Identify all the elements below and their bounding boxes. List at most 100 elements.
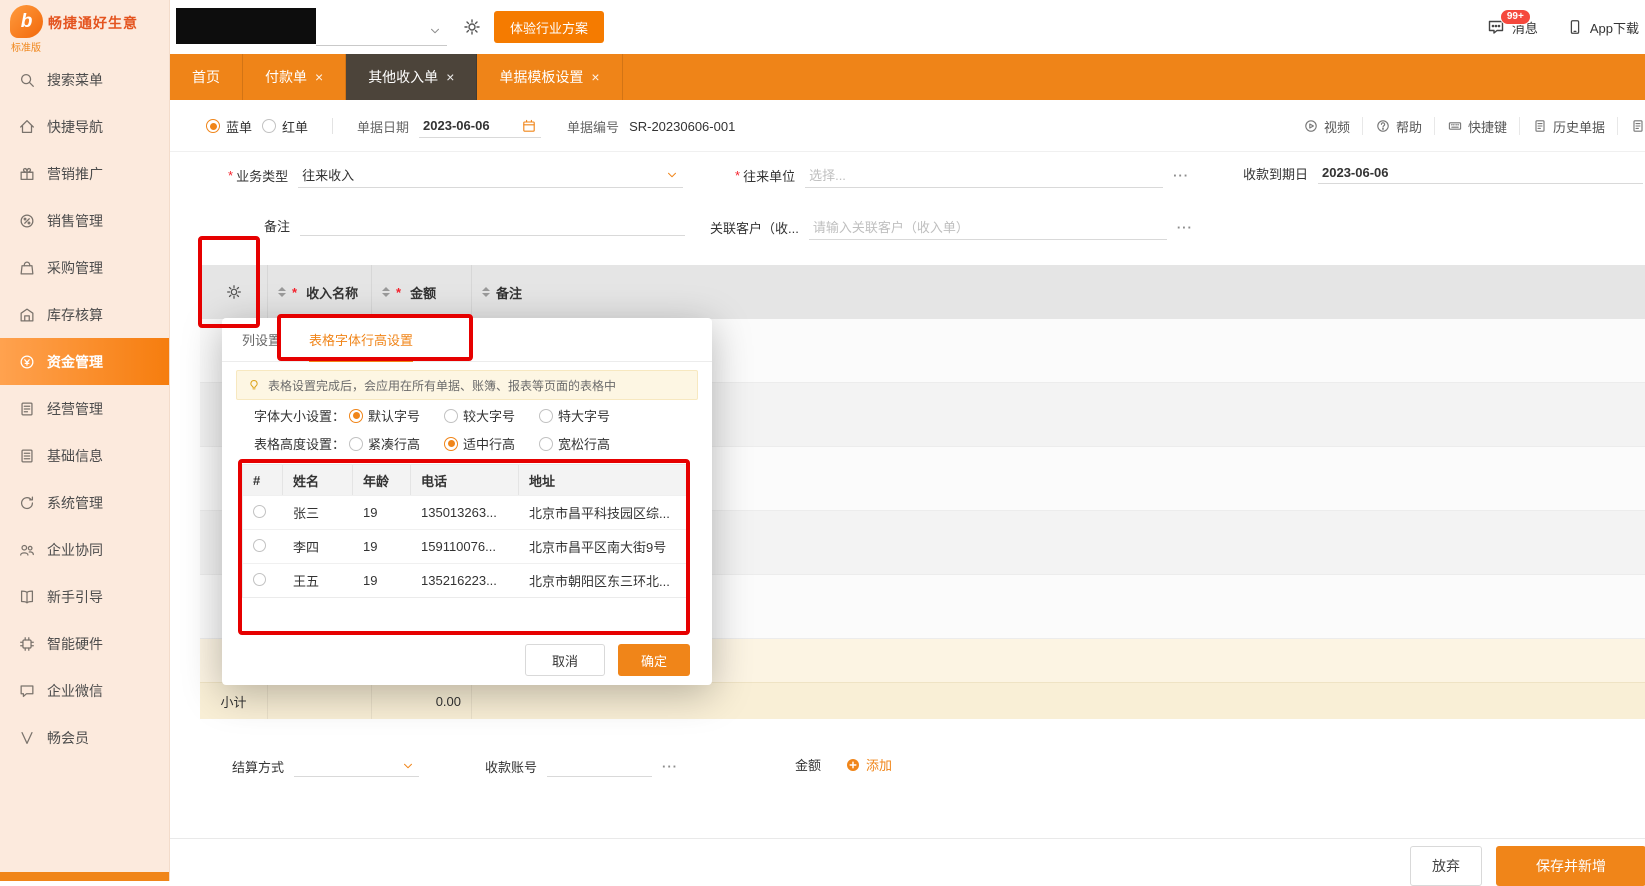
due-date-field[interactable]: 2023-06-06 — [1318, 162, 1644, 184]
blue-doc-option[interactable]: 蓝单 — [206, 117, 252, 136]
radio-option[interactable]: 宽松行高 — [539, 434, 610, 453]
confirm-button[interactable]: 确定 — [618, 644, 690, 676]
table-row[interactable]: 李四 19 159110076... 北京市昌平区南大街9号 — [243, 529, 687, 563]
save-and-new-button[interactable]: 保存并新增 — [1496, 846, 1645, 886]
more-icon[interactable]: ··· — [662, 759, 678, 774]
tab-item[interactable]: 付款单 × — [243, 54, 347, 100]
preview-col-header: 地址 — [529, 473, 556, 489]
sidebar-item-sales[interactable]: 销售管理 — [0, 197, 169, 244]
discard-button[interactable]: 放弃 — [1410, 846, 1482, 886]
sidebar-item-member[interactable]: 畅会员 — [0, 714, 169, 761]
close-icon[interactable]: × — [591, 69, 599, 85]
more-icon[interactable]: ··· — [1173, 168, 1189, 183]
red-doc-option[interactable]: 红单 — [262, 117, 308, 136]
money-icon — [18, 353, 36, 371]
messages-link[interactable]: 99+ 消息 — [1486, 9, 1538, 37]
doc-date-field[interactable]: 2023-06-06 — [419, 115, 542, 138]
settlement-select[interactable] — [294, 755, 420, 777]
grid-settings-cell[interactable] — [200, 265, 268, 319]
due-date-field-group: 收款到期日 2023-06-06 — [1243, 162, 1644, 184]
radio-option[interactable]: 紧凑行高 — [349, 434, 420, 453]
sidebar-item-label: 基础信息 — [47, 447, 103, 464]
chevron-down-icon[interactable] — [665, 168, 679, 182]
sidebar-item-collab[interactable]: 企业协同 — [0, 526, 169, 573]
sidebar-item-label: 智能硬件 — [47, 635, 103, 652]
sidebar-item-inventory[interactable]: 库存核算 — [0, 291, 169, 338]
row-radio-icon[interactable] — [253, 504, 266, 518]
sidebar-item-doc[interactable]: 经营管理 — [0, 385, 169, 432]
link-question[interactable]: 帮助 — [1363, 117, 1435, 135]
sidebar-bottom-bar[interactable] — [0, 872, 169, 881]
tab-item[interactable]: 其他收入单 × — [346, 54, 478, 100]
chevron-down-icon[interactable] — [401, 759, 415, 773]
sidebar-item-money[interactable]: 资金管理 — [0, 338, 169, 385]
modal-tab-column-settings[interactable]: 列设置 — [242, 318, 281, 362]
related-customer-input[interactable]: 请输入关联客户（收入单） — [808, 214, 1167, 240]
calendar-icon[interactable] — [521, 118, 537, 134]
account-select[interactable] — [547, 755, 653, 777]
remark-input[interactable] — [300, 214, 686, 236]
sort-icon[interactable] — [278, 287, 286, 297]
grid-col-income-name[interactable]: * 收入名称 — [268, 265, 372, 319]
modal-tab-font-row-height[interactable]: 表格字体行高设置 — [309, 318, 414, 362]
row-radio-icon[interactable] — [253, 572, 266, 586]
grid-col-amount[interactable]: * 金额 — [372, 265, 472, 319]
sort-icon[interactable] — [482, 287, 490, 297]
gear-icon[interactable] — [462, 17, 482, 37]
sidebar-item-hardware[interactable]: 智能硬件 — [0, 620, 169, 667]
grid-col-remark[interactable]: 备注 — [472, 265, 1645, 319]
logo[interactable]: b 畅捷通好生意 标准版 — [0, 0, 169, 54]
partner-field-group: * 往来单位 选择... ··· — [735, 162, 1189, 188]
close-icon[interactable]: × — [446, 69, 454, 85]
experience-button[interactable]: 体验行业方案 — [494, 11, 605, 43]
partner-select[interactable]: 选择... — [805, 162, 1164, 188]
table-cell: 北京市朝阳区东三环北... — [529, 574, 670, 589]
table-row[interactable]: 王五 19 135216223... 北京市朝阳区东三环北... — [243, 563, 687, 597]
table-row[interactable]: 张三 19 135013263... 北京市昌平科技园区综... — [243, 495, 687, 529]
more-icon[interactable]: ··· — [1177, 220, 1193, 235]
sidebar-item-system[interactable]: 系统管理 — [0, 479, 169, 526]
chevron-down-icon[interactable] — [428, 24, 442, 38]
link-play[interactable]: 视频 — [1291, 117, 1363, 135]
subtotal-label: 小计 — [200, 683, 268, 719]
settlement-label: 结算方式 — [232, 759, 285, 775]
app-download-link[interactable]: App下载 — [1566, 18, 1639, 37]
link-more[interactable] — [1618, 117, 1645, 135]
bulb-icon — [247, 378, 261, 392]
tab-item[interactable]: 首页 — [170, 54, 243, 100]
radio-option[interactable]: 适中行高 — [444, 434, 515, 453]
sidebar-item-search[interactable]: 搜索菜单 — [0, 56, 169, 103]
business-type-select[interactable]: 往来收入 — [298, 162, 684, 188]
sidebar-item-bag[interactable]: 采购管理 — [0, 244, 169, 291]
gift-icon — [18, 165, 36, 183]
link-keyboard[interactable]: 快捷键 — [1435, 117, 1520, 135]
row-radio-icon[interactable] — [253, 538, 266, 552]
app-download-label: App下载 — [1589, 20, 1639, 36]
close-icon[interactable]: × — [315, 69, 323, 85]
tab-item[interactable]: 单据模板设置 × — [477, 54, 623, 100]
sidebar-item-gift[interactable]: 营销推广 — [0, 150, 169, 197]
add-row-button[interactable]: 添加 — [845, 755, 892, 774]
radio-icon — [539, 436, 554, 451]
radio-option[interactable]: 较大字号 — [444, 406, 515, 425]
inventory-icon — [18, 306, 36, 324]
radio-icon — [349, 436, 364, 451]
account-field-group: 收款账号 ··· — [485, 755, 678, 777]
cancel-button[interactable]: 取消 — [525, 644, 605, 676]
link-history[interactable]: 历史单据 — [1520, 117, 1618, 135]
sort-icon[interactable] — [382, 287, 390, 297]
keyboard-icon — [1447, 118, 1463, 134]
business-type-label: 业务类型 — [236, 168, 289, 184]
sidebar-item-label: 资金管理 — [47, 353, 103, 370]
tab-label: 首页 — [192, 69, 220, 85]
sidebar-item-home[interactable]: 快捷导航 — [0, 103, 169, 150]
tab-label: 其他收入单 — [368, 69, 439, 85]
gear-icon[interactable] — [225, 283, 243, 301]
preview-col-header: 年龄 — [353, 465, 411, 495]
radio-option[interactable]: 默认字号 — [349, 406, 420, 425]
sidebar-item-chat[interactable]: 企业微信 — [0, 667, 169, 714]
sidebar-item-list[interactable]: 基础信息 — [0, 432, 169, 479]
amount-field-group: 金额 添加 — [795, 755, 892, 774]
sidebar-item-guide[interactable]: 新手引导 — [0, 573, 169, 620]
radio-option[interactable]: 特大字号 — [539, 406, 610, 425]
